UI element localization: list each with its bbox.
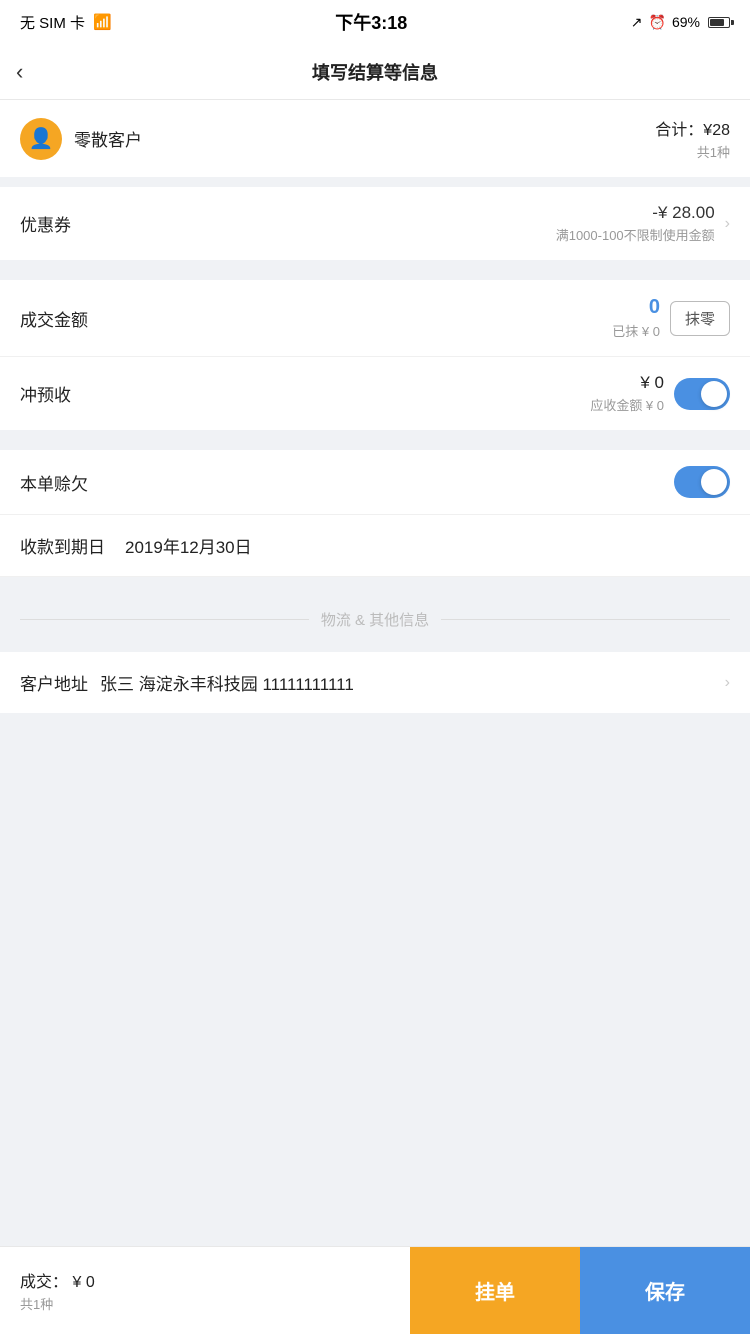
bottom-deal-count: 共1种 xyxy=(20,1294,390,1313)
transaction-value-block: 已抹 ¥ 0 xyxy=(580,296,660,340)
debt-right xyxy=(674,466,730,498)
prereceive-label: 冲预收 xyxy=(20,381,71,406)
debt-label: 本单赊欠 xyxy=(20,470,88,495)
spacer-1 xyxy=(0,270,750,280)
bottom-bar: 成交： ¥ 0 共1种 挂单 保存 xyxy=(0,1246,750,1334)
customer-row: 👤 零散客户 合计：¥28 共1种 xyxy=(0,100,750,177)
transaction-sub: 已抹 ¥ 0 xyxy=(580,321,660,340)
round-button[interactable]: 抹零 xyxy=(670,301,730,336)
logistics-label-text: 物流 & 其他信息 xyxy=(321,609,429,630)
save-button[interactable]: 保存 xyxy=(580,1247,750,1334)
bottom-deal-amount: ¥ 0 xyxy=(72,1274,94,1291)
debt-card: 本单赊欠 收款到期日 2019年12月30日 xyxy=(0,450,750,577)
page-title: 填写结算等信息 xyxy=(312,59,438,85)
logistics-section-label: 物流 & 其他信息 xyxy=(0,597,750,642)
location-icon: ↗ xyxy=(631,14,643,31)
chevron-right-icon: › xyxy=(725,215,730,233)
back-button[interactable]: ‹ xyxy=(16,59,23,85)
battery-icon xyxy=(708,17,730,28)
status-time: 下午3:18 xyxy=(335,9,407,35)
transaction-right: 已抹 ¥ 0 抹零 xyxy=(580,296,730,340)
wifi-icon: 📶 xyxy=(93,13,112,31)
customer-left: 👤 零散客户 xyxy=(20,118,142,160)
prereceive-row: 冲预收 ¥ 0 应收金额 ¥ 0 xyxy=(0,357,750,430)
prereceive-toggle[interactable] xyxy=(674,378,730,410)
prereceive-right: ¥ 0 应收金额 ¥ 0 xyxy=(590,373,730,414)
battery-percent: 69% xyxy=(672,14,700,30)
coupon-label: 优惠券 xyxy=(20,211,71,236)
transaction-row: 成交金额 已抹 ¥ 0 抹零 xyxy=(0,280,750,357)
bottom-deal-label: 成交： ¥ 0 xyxy=(20,1268,390,1292)
customer-name: 零散客户 xyxy=(74,126,142,151)
alarm-icon: ⏰ xyxy=(649,14,666,31)
address-card: 客户地址 张三 海淀永丰科技园 11111111111 › xyxy=(0,652,750,713)
status-bar: 无 SIM 卡 📶 下午3:18 ↗ ⏰ 69% xyxy=(0,0,750,44)
customer-card: 👤 零散客户 合计：¥28 共1种 xyxy=(0,100,750,177)
address-value: 张三 海淀永丰科技园 11111111111 xyxy=(100,670,725,695)
status-left: 无 SIM 卡 📶 xyxy=(20,12,112,33)
prereceive-value-block: ¥ 0 应收金额 ¥ 0 xyxy=(590,373,664,414)
spacer-2 xyxy=(0,440,750,450)
duedate-row: 收款到期日 2019年12月30日 xyxy=(0,515,750,577)
address-label: 客户地址 xyxy=(20,670,100,695)
debt-toggle[interactable] xyxy=(674,466,730,498)
bottom-info: 成交： ¥ 0 共1种 xyxy=(0,1268,410,1313)
debt-toggle-knob xyxy=(701,469,727,495)
logistics-divider: 物流 & 其他信息 xyxy=(20,609,730,630)
hang-button[interactable]: 挂单 xyxy=(410,1247,580,1334)
page-content: 👤 零散客户 合计：¥28 共1种 优惠券 -¥ 28.00 满1000-100… xyxy=(0,100,750,813)
spacer-4 xyxy=(0,642,750,652)
coupon-right: -¥ 28.00 满1000-100不限制使用金额 › xyxy=(556,203,730,244)
page-header: ‹ 填写结算等信息 xyxy=(0,44,750,100)
total-amount: 合计：¥28 xyxy=(655,116,730,140)
coupon-sub: 满1000-100不限制使用金额 xyxy=(556,225,715,244)
coupon-amount: -¥ 28.00 xyxy=(556,203,715,223)
transaction-card: 成交金额 已抹 ¥ 0 抹零 冲预收 ¥ 0 应收金额 ¥ 0 xyxy=(0,280,750,430)
spacer-3 xyxy=(0,587,750,597)
address-chevron-icon: › xyxy=(725,674,730,692)
toggle-knob xyxy=(701,381,727,407)
total-count: 共1种 xyxy=(655,142,730,161)
prereceive-amount: ¥ 0 xyxy=(590,373,664,393)
prereceive-sub: 应收金额 ¥ 0 xyxy=(590,395,664,414)
coupon-row[interactable]: 优惠券 -¥ 28.00 满1000-100不限制使用金额 › xyxy=(0,187,750,260)
transaction-input[interactable] xyxy=(580,296,660,319)
transaction-label: 成交金额 xyxy=(20,306,88,331)
duedate-value: 2019年12月30日 xyxy=(125,533,252,558)
avatar: 👤 xyxy=(20,118,62,160)
coupon-value-block: -¥ 28.00 满1000-100不限制使用金额 xyxy=(556,203,715,244)
duedate-label: 收款到期日 xyxy=(20,533,105,558)
carrier-label: 无 SIM 卡 xyxy=(20,12,85,33)
customer-right: 合计：¥28 共1种 xyxy=(655,116,730,161)
status-right: ↗ ⏰ 69% xyxy=(631,14,730,31)
address-row[interactable]: 客户地址 张三 海淀永丰科技园 11111111111 › xyxy=(0,652,750,713)
debt-row: 本单赊欠 xyxy=(0,450,750,515)
coupon-card: 优惠券 -¥ 28.00 满1000-100不限制使用金额 › xyxy=(0,187,750,260)
